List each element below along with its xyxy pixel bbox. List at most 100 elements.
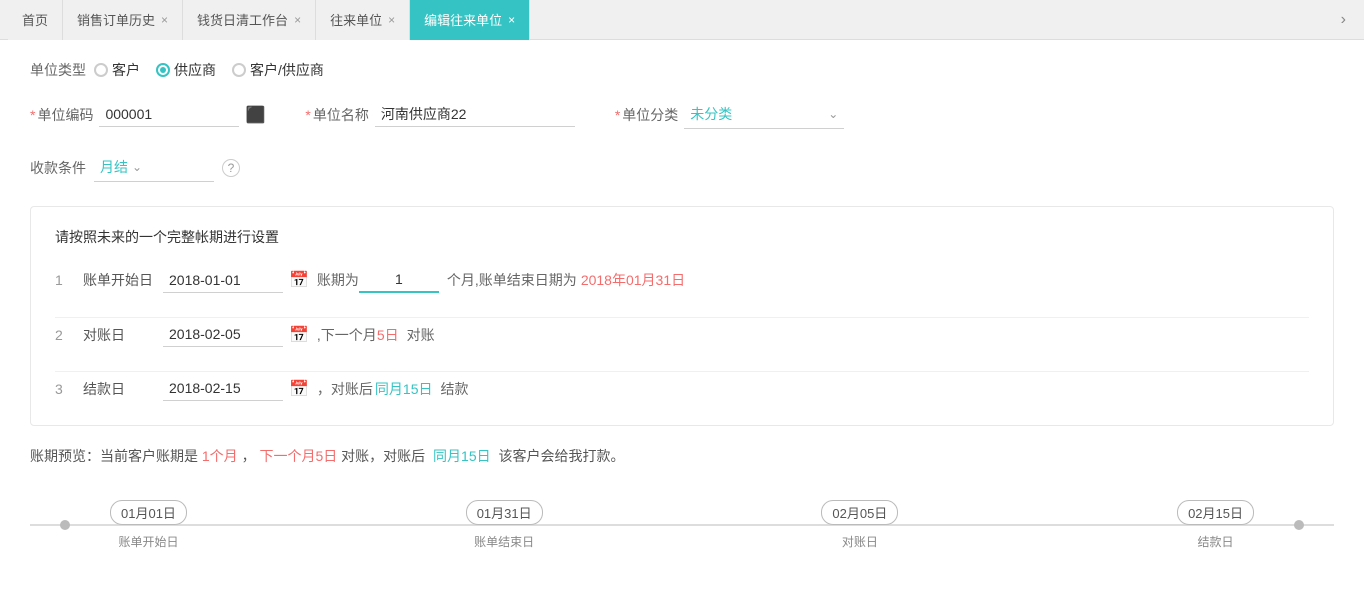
tab-home[interactable]: 首页 (8, 0, 63, 40)
timeline-wrapper: 01月01日 账单开始日 01月31日 账单结束日 02月05日 对账日 02月… (60, 500, 1304, 550)
tab-home-label: 首页 (22, 10, 48, 29)
unit-name-star: * (305, 107, 310, 123)
setting-highlight-3: 同月15日 (375, 379, 433, 399)
tab-bar: 首页 销售订单历史 × 钱货日清工作台 × 往来单位 × 编辑往来单位 × › (0, 0, 1364, 40)
preview-text: 账期预览：当前客户账期是 1个月 ， 下一个月5日 对账，对账后 同月15日 该… (30, 446, 1334, 466)
settings-title: 请按照未来的一个完整帐期进行设置 (55, 227, 1309, 247)
setting-row-3: 3 结款日 📅 ，对账后 同月15日 结款 (55, 376, 1309, 405)
divider-1 (55, 317, 1309, 318)
date-input-3[interactable] (163, 376, 283, 401)
setting-name-2: 对账日 (83, 325, 163, 345)
preview-highlight2: 下一个月5日 (259, 448, 337, 464)
calendar-icon-2[interactable]: 📅 (289, 325, 309, 345)
tab-edit-partner-label: 编辑往来单位 (424, 10, 502, 29)
timeline-nodes: 01月01日 账单开始日 01月31日 账单结束日 02月05日 对账日 02月… (70, 500, 1294, 550)
preview-highlight1: 1个月 (202, 448, 238, 464)
setting-highlight-2: 5日 (377, 325, 399, 345)
timeline-node-3-bubble: 02月05日 (821, 500, 898, 525)
unit-category-arrow: ⌄ (828, 107, 838, 121)
timeline-end-dot (1294, 520, 1304, 530)
timeline-node-2-bubble: 01月31日 (466, 500, 543, 525)
radio-customer-circle (94, 63, 108, 77)
payment-terms-dropdown[interactable]: 月结 ⌄ (94, 153, 214, 182)
tab-edit-partner[interactable]: 编辑往来单位 × (410, 0, 530, 40)
timeline-node-2: 01月31日 账单结束日 (466, 500, 543, 550)
radio-supplier-label: 供应商 (174, 60, 216, 80)
setting-desc-3a: ，对账后 (317, 379, 373, 399)
date-input-2-wrapper: 📅 (163, 322, 309, 347)
tab-more-button[interactable]: › (1331, 11, 1356, 29)
main-content: 单位类型 客户 供应商 客户/供应商 * 单位编码 (0, 40, 1364, 608)
unit-category-dropdown[interactable]: 未分类 ⌄ (684, 100, 844, 129)
tab-cash-goods-close[interactable]: × (294, 13, 301, 27)
calendar-icon-3[interactable]: 📅 (289, 379, 309, 399)
tab-sales-history[interactable]: 销售订单历史 × (63, 0, 183, 40)
preview-suffix: 该客户会给我打款。 (499, 448, 625, 464)
radio-customer-label: 客户 (112, 60, 140, 80)
tab-partners[interactable]: 往来单位 × (316, 0, 410, 40)
radio-supplier[interactable]: 供应商 (156, 60, 216, 80)
unit-code-field: * 单位编码 ⬛ (30, 102, 265, 127)
setting-desc-suffix-1: 个月,账单结束日期为 (447, 270, 577, 290)
radio-both[interactable]: 客户/供应商 (232, 60, 324, 80)
unit-category-star: * (615, 107, 620, 123)
unit-code-label: 单位编码 (37, 105, 93, 125)
preview-middle: 对账，对账后 (341, 448, 425, 464)
unit-name-field: * 单位名称 (305, 102, 574, 127)
tab-sales-history-close[interactable]: × (161, 13, 168, 27)
help-icon[interactable]: ? (222, 159, 240, 177)
unit-type-radio-group: 客户 供应商 客户/供应商 (94, 60, 324, 80)
date-input-1[interactable] (163, 268, 283, 293)
tab-partners-close[interactable]: × (388, 13, 395, 27)
setting-index-1: 1 (55, 272, 83, 288)
setting-value-3: 📅 ，对账后 同月15日 结款 (163, 376, 469, 401)
date-input-1-wrapper: 📅 (163, 268, 309, 293)
copy-icon[interactable]: ⬛ (245, 105, 265, 125)
radio-customer[interactable]: 客户 (94, 60, 140, 80)
timeline-node-3: 02月05日 对账日 (821, 500, 898, 550)
timeline-node-1-label: 账单开始日 (118, 533, 178, 550)
unit-code-input[interactable] (99, 102, 239, 127)
divider-2 (55, 371, 1309, 372)
timeline-node-4-bubble: 02月15日 (1177, 500, 1254, 525)
timeline-start-dot (60, 520, 70, 530)
setting-desc-2a: ,下一个月 (317, 325, 377, 345)
timeline-container: 01月01日 账单开始日 01月31日 账单结束日 02月05日 对账日 02月… (30, 490, 1334, 560)
timeline-node-4-label: 结款日 (1198, 533, 1234, 550)
radio-both-circle (232, 63, 246, 77)
preview-comma: ， (242, 448, 256, 464)
unit-type-label: 单位类型 (30, 60, 86, 80)
tab-cash-goods-label: 钱货日清工作台 (197, 10, 288, 29)
setting-row-1: 1 账单开始日 📅 账期为 个月,账单结束日期为 2018年01月31日 (55, 267, 1309, 297)
setting-index-3: 3 (55, 381, 83, 397)
setting-desc-prefix-1: 账期为 (317, 270, 359, 290)
tab-partners-label: 往来单位 (330, 10, 382, 29)
setting-desc-2b: 对账 (407, 325, 435, 345)
period-input[interactable] (359, 267, 439, 293)
unit-code-star: * (30, 107, 35, 123)
unit-code-input-wrapper: ⬛ (99, 102, 265, 127)
calendar-icon-1[interactable]: 📅 (289, 270, 309, 290)
setting-index-2: 2 (55, 327, 83, 343)
radio-both-label: 客户/供应商 (250, 60, 324, 80)
date-input-2[interactable] (163, 322, 283, 347)
unit-category-field: * 单位分类 未分类 ⌄ (615, 100, 844, 129)
setting-row-2: 2 对账日 📅 ,下一个月 5日 对账 (55, 322, 1309, 351)
unit-type-row: 单位类型 客户 供应商 客户/供应商 (30, 60, 1334, 80)
tab-edit-partner-close[interactable]: × (508, 13, 515, 27)
payment-terms-value: 月结 (100, 157, 128, 177)
date-input-3-wrapper: 📅 (163, 376, 309, 401)
timeline-node-1-bubble: 01月01日 (110, 500, 187, 525)
preview-highlight3: 同月15日 (433, 448, 491, 464)
setting-desc-3b: 结款 (441, 379, 469, 399)
payment-terms-label: 收款条件 (30, 158, 86, 178)
preview-prefix: 账期预览：当前客户账期是 (30, 448, 198, 464)
timeline-node-4: 02月15日 结款日 (1177, 500, 1254, 550)
radio-supplier-circle (156, 63, 170, 77)
timeline-node-2-label: 账单结束日 (474, 533, 534, 550)
setting-name-3: 结款日 (83, 379, 163, 399)
payment-terms-row: 收款条件 月结 ⌄ ? (30, 153, 1334, 182)
tab-cash-goods[interactable]: 钱货日清工作台 × (183, 0, 316, 40)
setting-name-1: 账单开始日 (83, 270, 163, 290)
unit-name-input[interactable] (375, 102, 575, 127)
